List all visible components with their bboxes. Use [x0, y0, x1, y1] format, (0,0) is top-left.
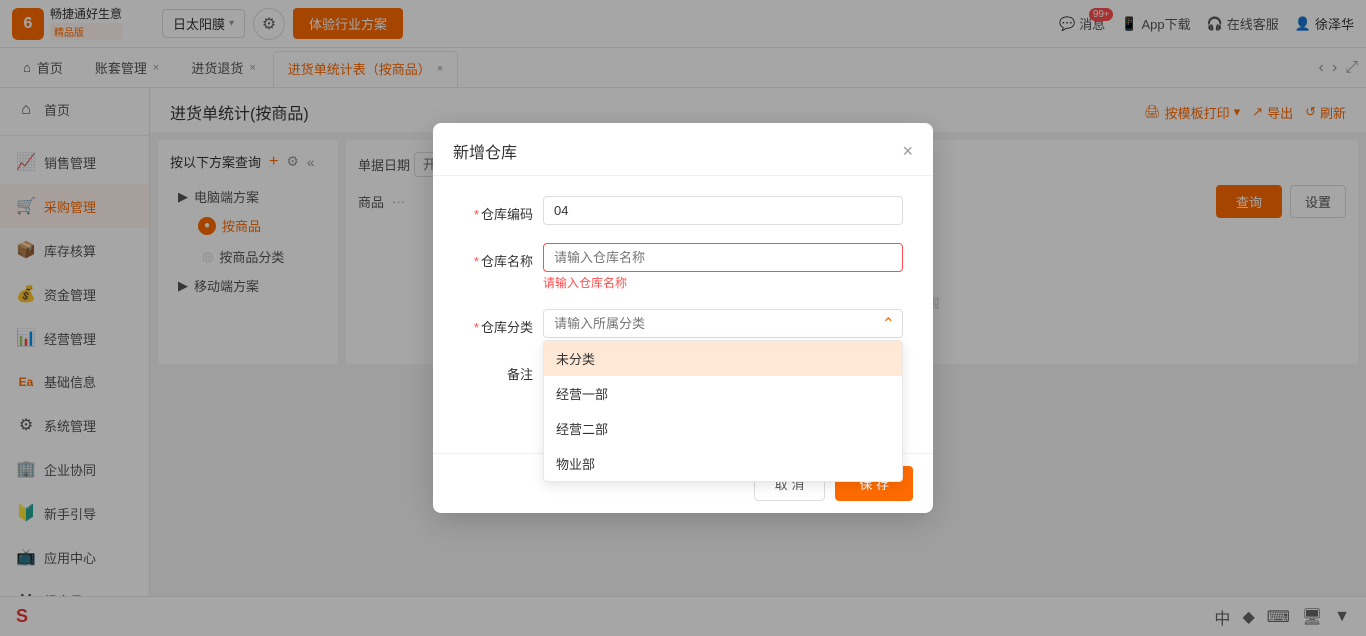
dropdown-item-3[interactable]: 物业部 — [544, 446, 902, 481]
notes-label: 备注 — [463, 356, 543, 383]
warehouse-name-input[interactable] — [543, 243, 903, 272]
modal-header: 新增仓库 × — [433, 123, 933, 176]
warehouse-name-label: 仓库名称 — [463, 243, 543, 270]
modal-close-button[interactable]: × — [902, 141, 913, 162]
new-warehouse-modal: 新增仓库 × 仓库编码 仓库名称 请输入仓库名称 仓库分类 ⌃ — [433, 123, 933, 513]
warehouse-name-wrapper: 请输入仓库名称 — [543, 243, 903, 291]
warehouse-category-label: 仓库分类 — [463, 309, 543, 336]
modal-body: 仓库编码 仓库名称 请输入仓库名称 仓库分类 ⌃ 未分类 — [433, 176, 933, 453]
dropdown-item-0[interactable]: 未分类 — [544, 341, 902, 376]
warehouse-code-label: 仓库编码 — [463, 196, 543, 223]
warehouse-code-wrapper — [543, 196, 903, 225]
dropdown-item-2[interactable]: 经营二部 — [544, 411, 902, 446]
warehouse-category-wrapper: ⌃ 未分类 经营一部 经营二部 物业部 — [543, 309, 903, 338]
warehouse-code-input[interactable] — [543, 196, 903, 225]
modal-title: 新增仓库 — [453, 139, 517, 163]
form-row-name: 仓库名称 请输入仓库名称 — [463, 243, 903, 291]
category-input-container: ⌃ — [543, 309, 903, 338]
category-dropdown-menu: 未分类 经营一部 经营二部 物业部 — [543, 340, 903, 482]
form-row-category: 仓库分类 ⌃ 未分类 经营一部 经营二部 物业部 — [463, 309, 903, 338]
warehouse-name-error: 请输入仓库名称 — [543, 274, 903, 291]
dropdown-item-1[interactable]: 经营一部 — [544, 376, 902, 411]
category-dropdown-toggle[interactable]: ⌃ — [882, 314, 895, 334]
warehouse-category-input[interactable] — [543, 309, 903, 338]
form-row-code: 仓库编码 — [463, 196, 903, 225]
